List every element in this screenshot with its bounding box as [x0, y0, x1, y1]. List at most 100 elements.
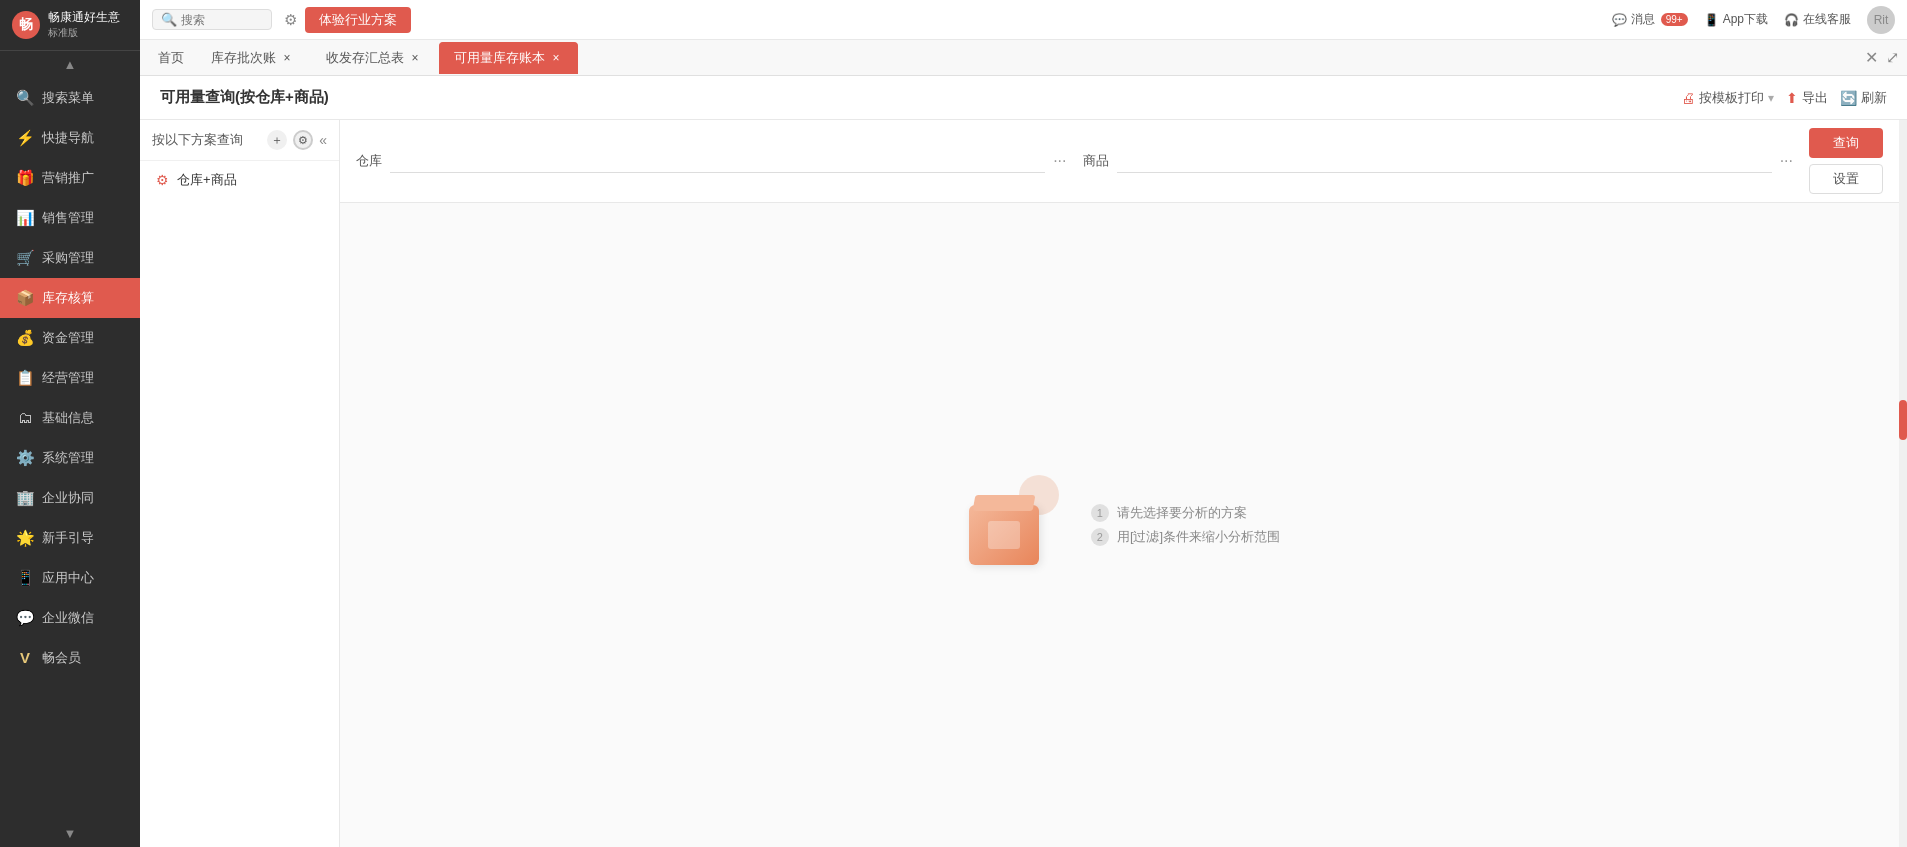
topbar: 🔍 ⚙ 体验行业方案 💬 消息 99+ 📱 App下载 🎧 在线客服 Rit [140, 0, 1907, 40]
scroll-down-btn[interactable]: ▼ [0, 820, 140, 847]
sidebar-item-system[interactable]: ⚙️ 系统管理 [0, 438, 140, 478]
print-label: 按模板打印 [1699, 89, 1764, 107]
add-scheme-btn[interactable]: ＋ [267, 130, 287, 150]
logo-area: 畅 畅康通好生意 标准版 [0, 0, 140, 51]
search-icon-topbar: 🔍 [161, 12, 177, 27]
left-panel-title: 按以下方案查询 [152, 131, 259, 149]
topbar-right: 💬 消息 99+ 📱 App下载 🎧 在线客服 Rit [1612, 6, 1895, 34]
right-scrollbar[interactable] [1899, 120, 1907, 847]
hint-2: 2 用[过滤]条件来缩小分析范围 [1091, 528, 1280, 546]
scrollbar-thumb[interactable] [1899, 400, 1907, 440]
sidebar-item-purchase[interactable]: 🛒 采购管理 [0, 238, 140, 278]
sidebar-item-label: 营销推广 [42, 169, 94, 187]
service-btn[interactable]: 🎧 在线客服 [1784, 11, 1851, 28]
scheme-item[interactable]: ⚙ 仓库+商品 [140, 161, 339, 199]
sidebar-item-search[interactable]: 🔍 搜索菜单 [0, 78, 140, 118]
collapse-panel-icon[interactable]: « [319, 132, 327, 148]
cart-icon: 🛒 [16, 249, 34, 267]
user-name: Rit [1874, 13, 1889, 27]
sidebar-item-enterprise[interactable]: 🏢 企业协同 [0, 478, 140, 518]
sidebar-item-label: 企业协同 [42, 489, 94, 507]
hint-num-2: 2 [1091, 528, 1109, 546]
sidebar-item-label: 基础信息 [42, 409, 94, 427]
sidebar-item-inventory[interactable]: 📦 库存核算 [0, 278, 140, 318]
sidebar-item-sales[interactable]: 📊 销售管理 [0, 198, 140, 238]
tab-home-label: 首页 [158, 50, 184, 65]
tab-batch-close[interactable]: × [280, 51, 294, 65]
main-area: 🔍 ⚙ 体验行业方案 💬 消息 99+ 📱 App下载 🎧 在线客服 Rit [140, 0, 1907, 847]
sidebar-item-basicinfo[interactable]: 🗂 基础信息 [0, 398, 140, 438]
sidebar-item-label: 畅会员 [42, 649, 81, 667]
product-input[interactable] [1117, 149, 1772, 173]
sidebar-item-label: 资金管理 [42, 329, 94, 347]
logo-icon: 畅 [12, 11, 40, 39]
sidebar-item-label: 企业微信 [42, 609, 94, 627]
sidebar-item-label: 搜索菜单 [42, 89, 94, 107]
tab-summary-close[interactable]: × [408, 51, 422, 65]
tab-bar: 首页 库存批次账 × 收发存汇总表 × 可用量库存账本 × ✕ ⤢ [140, 40, 1907, 76]
warehouse-more-icon[interactable]: ··· [1053, 152, 1066, 170]
box-icon: 📦 [16, 289, 34, 307]
sidebar-item-quicknav[interactable]: ⚡ 快捷导航 [0, 118, 140, 158]
sidebar-item-marketing[interactable]: 🎁 营销推广 [0, 158, 140, 198]
empty-state: 1 请先选择要分析的方案 2 用[过滤]条件来缩小分析范围 [340, 203, 1899, 847]
refresh-btn[interactable]: 🔄 刷新 [1840, 89, 1887, 107]
sidebar-item-label: 应用中心 [42, 569, 94, 587]
app-download-btn[interactable]: 📱 App下载 [1704, 11, 1768, 28]
fullscreen-icon[interactable]: ⤢ [1886, 48, 1899, 67]
tab-available-close[interactable]: × [549, 51, 563, 65]
product-label: 商品 [1083, 152, 1109, 170]
sidebar-item-wechat[interactable]: 💬 企业微信 [0, 598, 140, 638]
phone-icon: 📱 [1704, 13, 1719, 27]
gift-icon: 🎁 [16, 169, 34, 187]
star-icon: 🌟 [16, 529, 34, 547]
sidebar-item-label: 销售管理 [42, 209, 94, 227]
warehouse-input[interactable] [390, 149, 1045, 173]
scheme-settings-btn[interactable]: ⚙ [293, 130, 313, 150]
search-input[interactable] [181, 13, 251, 27]
folder-icon: 🗂 [16, 409, 34, 426]
sidebar-item-newbie[interactable]: 🌟 新手引导 [0, 518, 140, 558]
query-button[interactable]: 查询 [1809, 128, 1883, 158]
export-icon: ⬆ [1786, 90, 1798, 106]
app-badge: 标准版 [48, 26, 120, 40]
money-icon: 💰 [16, 329, 34, 347]
sidebar-item-member[interactable]: V 畅会员 [0, 638, 140, 678]
tab-batch[interactable]: 库存批次账 × [196, 42, 309, 74]
app-label: App下载 [1723, 11, 1768, 28]
scroll-up-btn[interactable]: ▲ [0, 51, 140, 78]
refresh-icon: 🔄 [1840, 90, 1857, 106]
product-more-icon[interactable]: ··· [1780, 152, 1793, 170]
msg-icon: 💬 [1612, 13, 1627, 27]
avatar[interactable]: Rit [1867, 6, 1895, 34]
tab-home[interactable]: 首页 [148, 43, 194, 73]
settings-gear-icon[interactable]: ⚙ [284, 11, 297, 29]
search-bar[interactable]: 🔍 [152, 9, 272, 30]
sidebar-nav: 🔍 搜索菜单 ⚡ 快捷导航 🎁 营销推广 📊 销售管理 🛒 采购管理 📦 库存核… [0, 78, 140, 820]
filter-bar: 仓库 ··· 商品 ··· 查询 设置 [340, 120, 1899, 203]
service-label: 在线客服 [1803, 11, 1851, 28]
tab-batch-label: 库存批次账 [211, 49, 276, 67]
export-label: 导出 [1802, 89, 1828, 107]
warehouse-label: 仓库 [356, 152, 382, 170]
sidebar-item-appcenter[interactable]: 📱 应用中心 [0, 558, 140, 598]
msg-btn[interactable]: 💬 消息 99+ [1612, 11, 1688, 28]
industry-btn[interactable]: 体验行业方案 [305, 7, 411, 33]
hint-text-2: 用[过滤]条件来缩小分析范围 [1117, 528, 1280, 546]
content-area: 按以下方案查询 ＋ ⚙ « ⚙ 仓库+商品 仓库 ··· [140, 120, 1907, 847]
print-btn[interactable]: 🖨 按模板打印 ▾ [1681, 89, 1774, 107]
close-tab-icon[interactable]: ✕ [1865, 48, 1878, 67]
sidebar-item-label: 采购管理 [42, 249, 94, 267]
tab-summary-label: 收发存汇总表 [326, 49, 404, 67]
msg-label: 消息 [1631, 11, 1655, 28]
export-btn[interactable]: ⬆ 导出 [1786, 89, 1828, 107]
tab-summary[interactable]: 收发存汇总表 × [311, 42, 437, 74]
sidebar-item-operations[interactable]: 📋 经营管理 [0, 358, 140, 398]
chart-icon: 📊 [16, 209, 34, 227]
settings-button[interactable]: 设置 [1809, 164, 1883, 194]
chevron-down-icon[interactable]: ▾ [1768, 91, 1774, 105]
chat-icon: 💬 [16, 609, 34, 627]
empty-hints: 1 请先选择要分析的方案 2 用[过滤]条件来缩小分析范围 [1091, 504, 1280, 546]
sidebar-item-finance[interactable]: 💰 资金管理 [0, 318, 140, 358]
tab-available[interactable]: 可用量库存账本 × [439, 42, 578, 74]
